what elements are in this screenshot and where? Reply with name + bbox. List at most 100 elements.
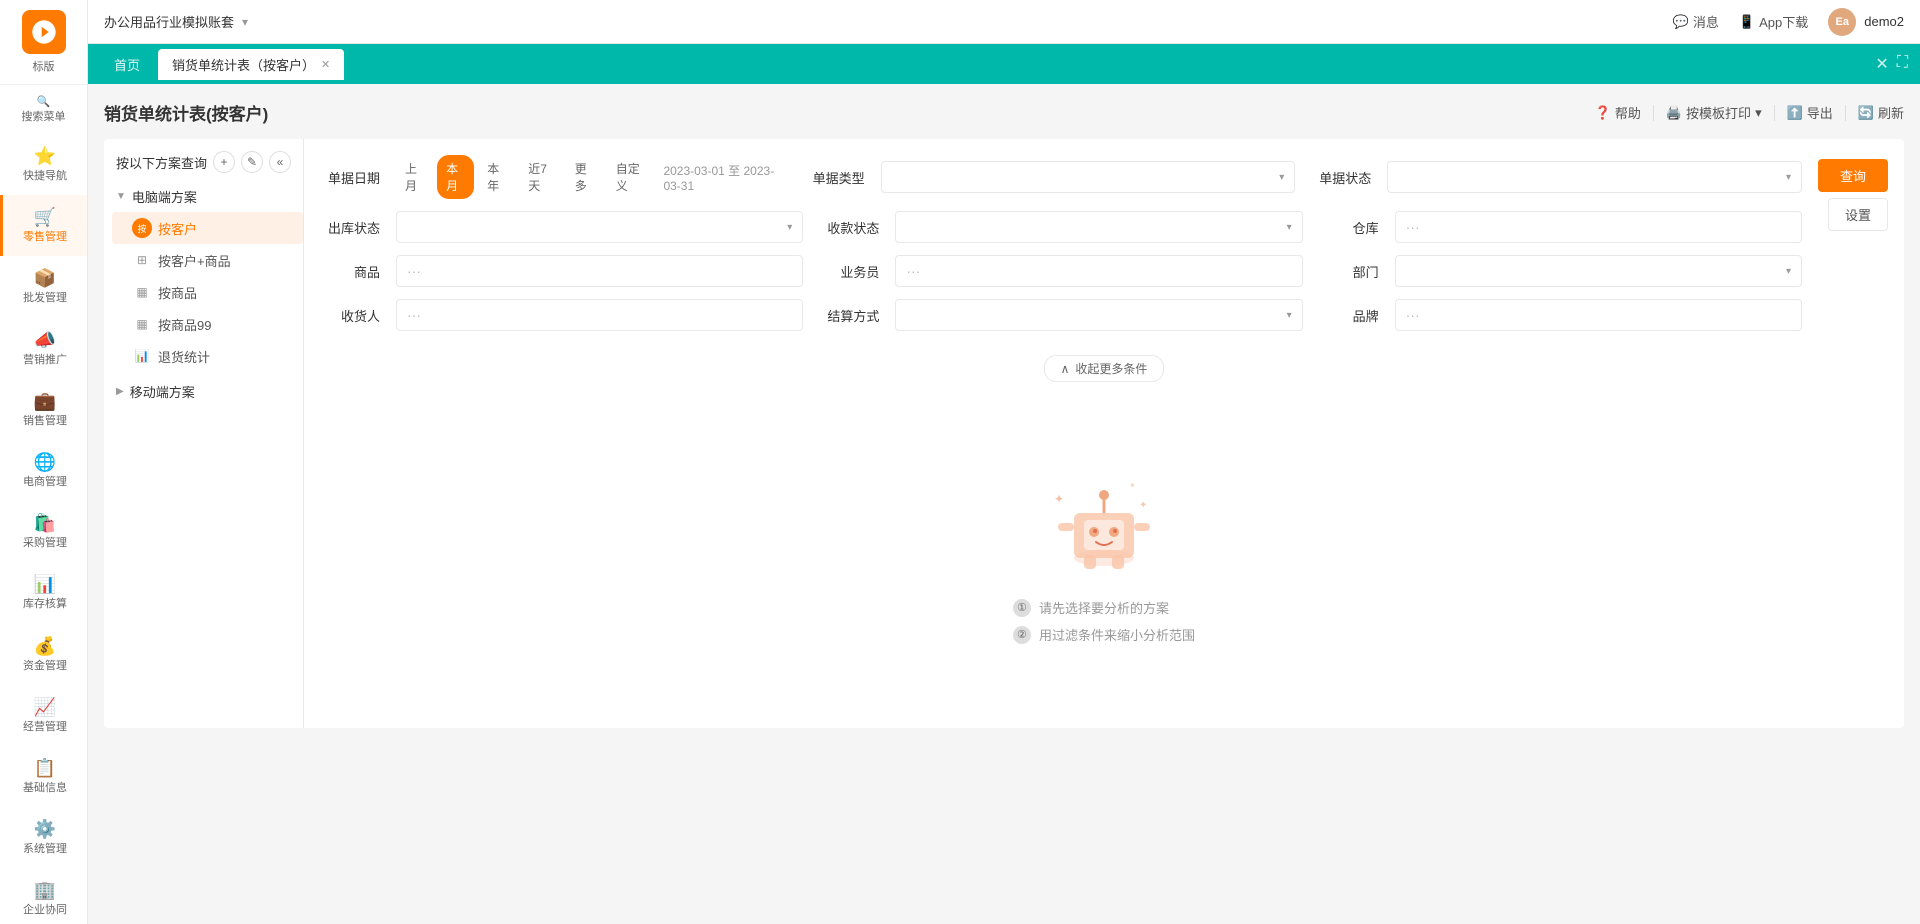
collection-status-field[interactable]: ▾: [895, 211, 1302, 243]
divider-2: [1774, 105, 1775, 121]
tree-child-by-goods[interactable]: ▦ 按商品: [112, 276, 303, 308]
refresh-action[interactable]: 🔄 刷新: [1858, 103, 1904, 122]
order-status-field[interactable]: ▾: [1387, 161, 1802, 193]
sidebar-item-marketing[interactable]: 📣 营销推广: [0, 318, 87, 379]
by-customer-label: 按客户: [158, 219, 197, 238]
warehouse-dots[interactable]: ···: [1406, 219, 1420, 235]
salesperson-label: 业务员: [819, 262, 879, 281]
sidebar-item-enterprise[interactable]: 🏢 企业协同: [0, 868, 87, 924]
user-name: demo2: [1864, 14, 1904, 29]
sidebar-item-purchase[interactable]: 🛍️ 采购管理: [0, 501, 87, 562]
search-label: 搜索菜单: [4, 108, 83, 124]
date-btn-7days[interactable]: 近7天: [519, 155, 561, 199]
sidebar-item-wholesale[interactable]: 📦 批发管理: [0, 256, 87, 317]
top-header: 办公用品行业模拟账套 ▾ 💬 消息 📱 App下载 Ea demo2: [88, 0, 1920, 44]
salesperson-dots[interactable]: ···: [906, 263, 920, 279]
tab-home[interactable]: 首页: [100, 49, 154, 80]
print-label: 按模板打印: [1686, 103, 1751, 122]
tree-child-return-stat[interactable]: 📊 退货统计: [112, 340, 303, 372]
return-stat-icon: 📊: [132, 346, 152, 366]
sidebar-item-operations[interactable]: 📈 经营管理: [0, 685, 87, 746]
sidebar-search-item[interactable]: 🔍 搜索菜单: [0, 85, 87, 134]
sidebar-item-finance[interactable]: 💰 资金管理: [0, 624, 87, 685]
left-panel: 按以下方案查询 + ✎ « ▼ 电脑端方案: [104, 139, 304, 728]
setting-button[interactable]: 设置: [1828, 198, 1888, 231]
tab-maximize-btn[interactable]: ⛶: [1897, 54, 1908, 74]
sidebar-item-quicknav[interactable]: ⭐ 快捷导航: [0, 134, 87, 195]
query-button[interactable]: 查询: [1818, 159, 1888, 192]
salesperson-field[interactable]: ···: [895, 255, 1302, 287]
print-action[interactable]: 🖨️ 按模板打印 ▾: [1666, 103, 1762, 122]
collection-status-label: 收款状态: [819, 218, 879, 237]
refresh-icon: 🔄: [1858, 105, 1874, 121]
user-info[interactable]: Ea demo2: [1828, 8, 1904, 36]
collapse-bar: ∧ 收起更多条件: [320, 355, 1888, 382]
help-action[interactable]: ❓ 帮助: [1595, 103, 1641, 122]
department-label: 部门: [1319, 262, 1379, 281]
message-action[interactable]: 💬 消息: [1673, 12, 1719, 31]
message-label: 消息: [1693, 12, 1719, 31]
sidebar-item-ecommerce[interactable]: 🌐 电商管理: [0, 440, 87, 501]
return-stat-label: 退货统计: [158, 347, 210, 366]
date-btn-more[interactable]: 更多: [566, 155, 603, 199]
svg-text:✦: ✦: [1054, 492, 1064, 506]
sidebar-item-inventory[interactable]: 📊 库存核算: [0, 562, 87, 623]
page: 销货单统计表(按客户) ❓ 帮助 🖨️ 按模板打印 ▾ ⬆️: [88, 84, 1920, 924]
department-field[interactable]: ▾: [1395, 255, 1802, 287]
add-scheme-btn[interactable]: +: [213, 151, 235, 173]
goods-label: 商品: [320, 262, 380, 281]
sidebar-item-basic[interactable]: 📋 基础信息: [0, 746, 87, 807]
sidebar-item-system[interactable]: ⚙️ 系统管理: [0, 807, 87, 868]
receiver-dots[interactable]: ···: [407, 307, 421, 323]
tree-desktop-children: 按 按客户 ⊞ 按客户+商品 ▦ 按商品: [104, 212, 303, 372]
date-btn-this-month[interactable]: 本月: [437, 155, 474, 199]
tree-desktop-parent[interactable]: ▼ 电脑端方案: [104, 181, 303, 212]
brand-field[interactable]: ···: [1395, 299, 1802, 331]
collapse-button[interactable]: ∧ 收起更多条件: [1044, 355, 1165, 382]
sidebar-item-sales[interactable]: 💼 销售管理: [0, 379, 87, 440]
header-dropdown-icon[interactable]: ▾: [242, 15, 248, 29]
order-type-arrow: ▾: [1279, 172, 1284, 183]
order-status-arrow: ▾: [1786, 172, 1791, 183]
export-action[interactable]: ⬆️ 导出: [1787, 103, 1833, 122]
warehouse-field[interactable]: ···: [1395, 211, 1802, 243]
goods-dots[interactable]: ···: [407, 263, 421, 279]
enterprise-icon: 🏢: [34, 880, 56, 901]
tree-child-by-goods-99[interactable]: ▦ 按商品99: [112, 308, 303, 340]
tab-home-label: 首页: [114, 55, 140, 74]
order-type-field[interactable]: ▾: [881, 161, 1296, 193]
empty-hints: ① 请先选择要分析的方案 ② 用过滤条件来缩小分析范围: [1013, 598, 1195, 652]
edit-scheme-btn[interactable]: ✎: [241, 151, 263, 173]
filter-row-3: 商品 ··· 业务员 ··· 部门: [320, 255, 1802, 287]
tab-close-icon[interactable]: ✕: [321, 58, 330, 71]
sidebar-item-retail[interactable]: 🛒 零售管理: [0, 195, 87, 256]
out-status-field[interactable]: ▾: [396, 211, 803, 243]
finance-icon: 💰: [34, 636, 56, 657]
warehouse-label: 仓库: [1319, 218, 1379, 237]
date-btn-custom[interactable]: 自定义: [607, 155, 654, 199]
brand-dots[interactable]: ···: [1406, 307, 1420, 323]
payment-field[interactable]: ▾: [895, 299, 1302, 331]
out-status-label: 出库状态: [320, 218, 380, 237]
app-download-action[interactable]: 📱 App下载: [1739, 12, 1808, 31]
left-panel-title: 按以下方案查询: [116, 153, 207, 172]
tree-mobile-parent[interactable]: ▶ 移动端方案: [104, 376, 303, 407]
collapse-panel-btn[interactable]: «: [269, 151, 291, 173]
tab-sales-stat[interactable]: 销货单统计表（按客户） ✕: [158, 49, 344, 80]
sales-label: 销售管理: [23, 415, 67, 428]
date-btn-last-month[interactable]: 上月: [396, 155, 433, 199]
receiver-label: 收货人: [320, 306, 380, 325]
tab-close-window-btn[interactable]: ✕: [1875, 54, 1888, 74]
tree-child-by-customer[interactable]: 按 按客户: [112, 212, 303, 244]
receiver-field[interactable]: ···: [396, 299, 803, 331]
export-icon: ⬆️: [1787, 105, 1803, 121]
tree-desktop-label: 电脑端方案: [132, 187, 197, 206]
ecommerce-icon: 🌐: [34, 452, 56, 473]
filter-row-2: 出库状态 ▾ 收款状态 ▾ 仓库: [320, 211, 1802, 243]
tree-child-by-customer-goods[interactable]: ⊞ 按客户+商品: [112, 244, 303, 276]
system-icon: ⚙️: [34, 819, 56, 840]
goods-field[interactable]: ···: [396, 255, 803, 287]
body-layout: 按以下方案查询 + ✎ « ▼ 电脑端方案: [104, 139, 1904, 728]
date-btn-this-year[interactable]: 本年: [478, 155, 515, 199]
left-panel-header: 按以下方案查询 + ✎ «: [104, 151, 303, 181]
